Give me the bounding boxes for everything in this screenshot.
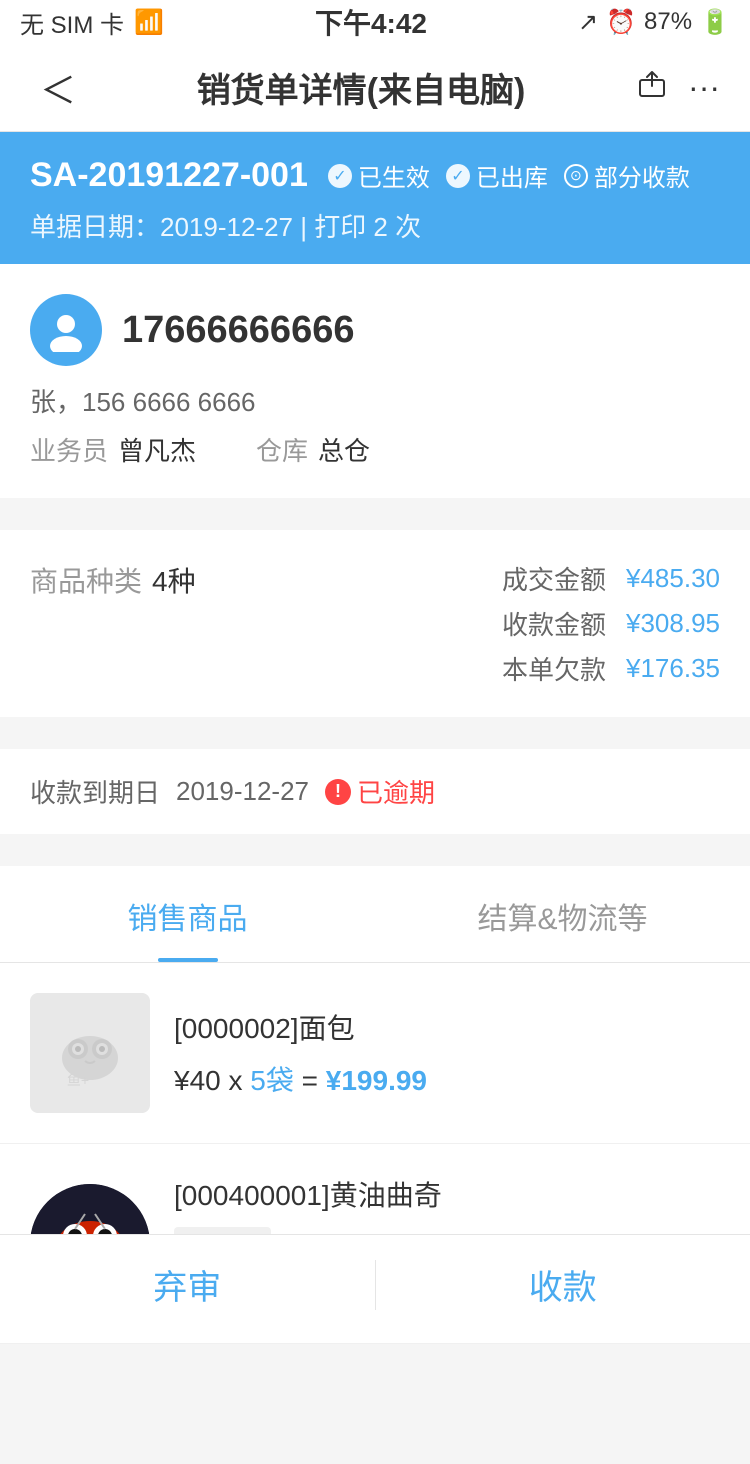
received-line: 收款金额 ¥308.95 xyxy=(502,605,720,642)
stats-row: 商品种类 4种 成交金额 ¥485.30 收款金额 ¥308.95 本单欠款 ¥… xyxy=(30,560,720,687)
back-button[interactable]: ＜ xyxy=(30,52,86,124)
check-icon-2: ✓ xyxy=(446,164,470,188)
product-thumbnail-1: 鱼+ xyxy=(30,993,150,1113)
svg-text:鱼+: 鱼+ xyxy=(67,1072,89,1088)
price-base-1: ¥40 x xyxy=(174,1065,250,1096)
owed-label: 本单欠款 xyxy=(502,650,606,687)
received-value: ¥308.95 xyxy=(626,608,720,639)
divider-1 xyxy=(0,514,750,530)
product-type-label: 商品种类 xyxy=(30,560,142,600)
customer-row: 17666666666 xyxy=(30,294,720,366)
battery-text: 87% xyxy=(644,8,692,36)
overdue-icon: ! xyxy=(325,779,351,805)
order-banner-top: SA-20191227-001 ✓ 已生效 ✓ 已出库 ⊙ 部分收款 xyxy=(30,156,720,195)
price-qty-1: 5袋 xyxy=(250,1065,294,1096)
tabs-row: 销售商品 结算&物流等 xyxy=(0,866,750,963)
clock-icon: ⊙ xyxy=(564,164,588,188)
product-info-1: [0000002]面包 ¥40 x 5袋 = ¥199.99 xyxy=(174,1007,720,1099)
warehouse-label: 仓库 xyxy=(256,431,308,468)
status-partial-payment: ⊙ 部分收款 xyxy=(564,158,690,193)
salesperson-label: 业务员 xyxy=(30,431,108,468)
price-eq-1: = xyxy=(302,1065,326,1096)
nav-actions: ··· xyxy=(636,68,720,108)
order-date: 单据日期：2019-12-27 | 打印 2 次 xyxy=(30,207,720,244)
warehouse-item: 仓库 总仓 xyxy=(256,431,370,468)
amount-stats: 成交金额 ¥485.30 收款金额 ¥308.95 本单欠款 ¥176.35 xyxy=(502,560,720,687)
customer-meta: 业务员 曾凡杰 仓库 总仓 xyxy=(30,431,720,468)
salesperson-value: 曾凡杰 xyxy=(118,431,196,468)
more-icon[interactable]: ··· xyxy=(688,69,720,106)
product-type-value: 4种 xyxy=(152,560,196,600)
overdue-text: 已逾期 xyxy=(357,773,435,810)
order-banner: SA-20191227-001 ✓ 已生效 ✓ 已出库 ⊙ 部分收款 单据日期：… xyxy=(0,132,750,264)
tabs-section: 销售商品 结算&物流等 xyxy=(0,866,750,963)
salesperson-item: 业务员 曾凡杰 xyxy=(30,431,196,468)
overdue-badge: ! 已逾期 xyxy=(325,773,435,810)
owed-value: ¥176.35 xyxy=(626,653,720,684)
status-left: 无 SIM 卡 📶 xyxy=(20,5,164,40)
page-title: 销货单详情(来自电脑) xyxy=(86,63,636,112)
due-date-value: 2019-12-27 xyxy=(176,776,309,807)
status-shipped: ✓ 已出库 xyxy=(446,158,548,193)
stats-section: 商品种类 4种 成交金额 ¥485.30 收款金额 ¥308.95 本单欠款 ¥… xyxy=(0,530,750,717)
divider-2 xyxy=(0,733,750,749)
deal-amount-line: 成交金额 ¥485.30 xyxy=(502,560,720,597)
status-badges: ✓ 已生效 ✓ 已出库 ⊙ 部分收款 xyxy=(328,158,690,193)
divider-3 xyxy=(0,850,750,866)
customer-name-phone: 张，156 6666 6666 xyxy=(30,382,720,419)
order-id: SA-20191227-001 xyxy=(30,156,308,195)
product-type: 商品种类 4种 xyxy=(30,560,196,600)
location-icon: ↗ xyxy=(578,8,598,37)
due-section: 收款到期日 2019-12-27 ! 已逾期 xyxy=(0,749,750,834)
status-right: ↗ ⏰ 87% 🔋 xyxy=(578,8,730,37)
warehouse-value: 总仓 xyxy=(318,431,370,468)
share-icon[interactable] xyxy=(636,68,668,108)
nav-bar: ＜ 销货单详情(来自电脑) ··· xyxy=(0,44,750,132)
deal-amount-label: 成交金额 xyxy=(502,560,606,597)
alarm-icon: ⏰ xyxy=(606,8,636,37)
product-name-1: [0000002]面包 xyxy=(174,1007,720,1047)
customer-phone: 17666666666 xyxy=(122,309,354,352)
check-icon-1: ✓ xyxy=(328,164,352,188)
tab-settlement[interactable]: 结算&物流等 xyxy=(375,866,750,962)
tab-sales-products[interactable]: 销售商品 xyxy=(0,866,375,962)
product-name-2: [000400001]黄油曲奇 xyxy=(174,1174,720,1214)
status-bar: 无 SIM 卡 📶 下午4:42 ↗ ⏰ 87% 🔋 xyxy=(0,0,750,44)
bottom-bar: 弃审 收款 xyxy=(0,1234,750,1334)
battery-icon: 🔋 xyxy=(700,8,730,37)
customer-avatar xyxy=(30,294,102,366)
due-date-label: 收款到期日 xyxy=(30,773,160,810)
owed-line: 本单欠款 ¥176.35 xyxy=(502,650,720,687)
bottom-spacer xyxy=(0,1344,750,1464)
collect-payment-button[interactable]: 收款 xyxy=(376,1240,750,1329)
status-effective: ✓ 已生效 xyxy=(328,158,430,193)
product-item[interactable]: 鱼+ [0000002]面包 ¥40 x 5袋 = ¥199.99 xyxy=(0,963,750,1144)
cancel-review-button[interactable]: 弃审 xyxy=(0,1240,375,1329)
customer-section: 17666666666 张，156 6666 6666 业务员 曾凡杰 仓库 总… xyxy=(0,264,750,498)
received-label: 收款金额 xyxy=(502,605,606,642)
carrier-text: 无 SIM 卡 xyxy=(20,5,124,40)
price-total-1: ¥199.99 xyxy=(326,1065,427,1096)
status-time: 下午4:42 xyxy=(315,2,427,42)
wifi-icon: 📶 xyxy=(134,8,164,37)
deal-amount-value: ¥485.30 xyxy=(626,563,720,594)
product-price-1: ¥40 x 5袋 = ¥199.99 xyxy=(174,1059,720,1099)
